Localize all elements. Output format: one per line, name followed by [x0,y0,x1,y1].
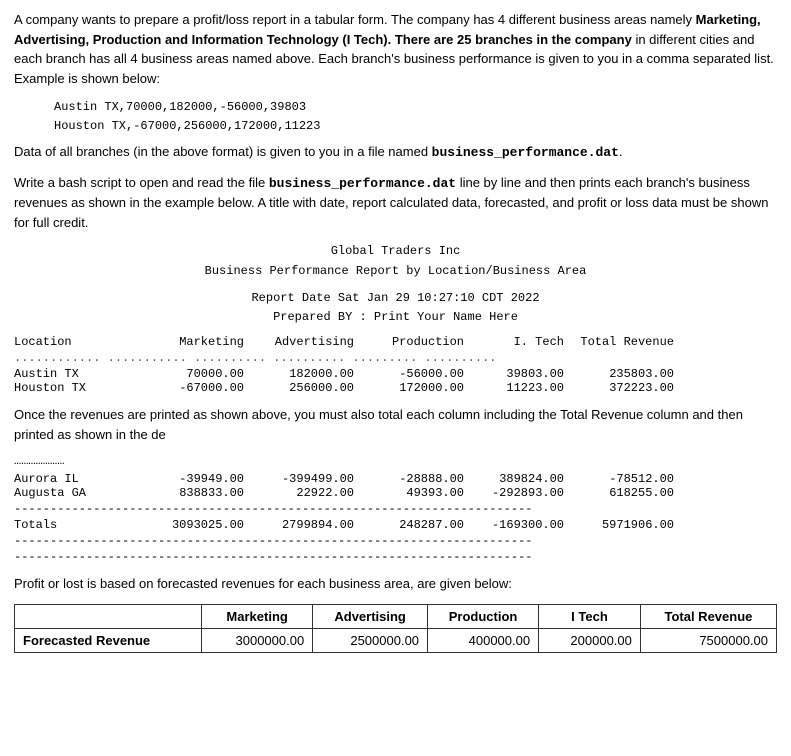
forecasted-data-row: Forecasted Revenue 3000000.00 2500000.00… [15,628,777,652]
totals-label: Totals [14,518,134,532]
aurora-advertising: -399499.00 [244,472,354,486]
forecasted-intro-text: Profit or lost is based on forecasted re… [14,576,512,591]
header-total: Total Revenue [564,335,674,349]
intro-text-3a: Write a bash script to open and read the… [14,175,269,190]
houston-total: 372223.00 [564,381,674,395]
forecasted-col-production: Production [428,604,539,628]
augusta-location: Augusta GA [14,486,134,500]
totals-total: 5971906.00 [564,518,674,532]
austin-location: Austin TX [14,367,134,381]
forecasted-table: Marketing Advertising Production I Tech … [14,604,777,653]
report-date-section: Report Date Sat Jan 29 10:27:10 CDT 2022… [14,289,777,327]
intro-bold-2: business_performance.dat [432,145,619,160]
intro-text-2b: . [619,144,623,159]
bottom-row-aurora: Aurora IL -39949.00 -399499.00 -28888.00… [14,472,777,486]
houston-location: Houston TX [14,381,134,395]
aurora-location: Aurora IL [14,472,134,486]
report-title-2: Business Performance Report by Location/… [14,262,777,281]
bottom-report-section: Aurora IL -39949.00 -399499.00 -28888.00… [14,472,777,564]
aurora-marketing: -39949.00 [134,472,244,486]
forecasted-row-advertising: 2500000.00 [313,628,428,652]
forecasted-header-row: Marketing Advertising Production I Tech … [15,604,777,628]
dashed-line-1: ----------------------------------------… [14,502,777,516]
dashed-line-2: ----------------------------------------… [14,534,777,548]
totals-row: Totals 3093025.00 2799894.00 248287.00 -… [14,518,777,532]
forecasted-row-label: Forecasted Revenue [15,628,202,652]
report-date-line: Report Date Sat Jan 29 10:27:10 CDT 2022 [14,289,777,308]
augusta-total: 618255.00 [564,486,674,500]
austin-production: -56000.00 [354,367,464,381]
houston-production: 172000.00 [354,381,464,395]
code-line-2: Houston TX,-67000,256000,172000,11223 [54,117,777,136]
code-line-1: Austin TX,70000,182000,-56000,39803 [54,98,777,117]
forecasted-col-marketing: Marketing [202,604,313,628]
forecasted-row-total: 7500000.00 [640,628,776,652]
forecasted-col-total: Total Revenue [640,604,776,628]
forecasted-col-advertising: Advertising [313,604,428,628]
austin-marketing: 70000.00 [134,367,244,381]
report-prepared-line: Prepared BY : Print Your Name Here [14,308,777,327]
intro-text-2a: Data of all branches (in the above forma… [14,144,432,159]
dashed-line-3: ----------------------------------------… [14,550,777,564]
intro-paragraph-1: A company wants to prepare a profit/loss… [14,10,777,88]
code-example: Austin TX,70000,182000,-56000,39803 Hous… [54,98,777,136]
dots-line: ………………… [14,454,777,468]
totals-itech: -169300.00 [464,518,564,532]
aurora-itech: 389824.00 [464,472,564,486]
augusta-production: 49393.00 [354,486,464,500]
houston-itech: 11223.00 [464,381,564,395]
forecasted-col-empty [15,604,202,628]
intro-text-1: A company wants to prepare a profit/loss… [14,12,696,27]
forecasted-col-itech: I Tech [539,604,641,628]
augusta-marketing: 838833.00 [134,486,244,500]
report-header-row: Location Marketing Advertising Productio… [14,335,777,349]
middle-paragraph: Once the revenues are printed as shown a… [14,405,777,444]
intro-paragraph-2: Data of all branches (in the above forma… [14,142,777,163]
bottom-row-augusta: Augusta GA 838833.00 22922.00 49393.00 -… [14,486,777,500]
forecasted-row-marketing: 3000000.00 [202,628,313,652]
header-production: Production [354,335,464,349]
report-row-austin: Austin TX 70000.00 182000.00 -56000.00 3… [14,367,777,381]
report-row-houston: Houston TX -67000.00 256000.00 172000.00… [14,381,777,395]
houston-marketing: -67000.00 [134,381,244,395]
report-title: Global Traders Inc Business Performance … [14,242,777,280]
totals-marketing: 3093025.00 [134,518,244,532]
austin-advertising: 182000.00 [244,367,354,381]
totals-production: 248287.00 [354,518,464,532]
forecasted-row-production: 400000.00 [428,628,539,652]
austin-itech: 39803.00 [464,367,564,381]
intro-bold-3: business_performance.dat [269,176,456,191]
dotted-line-1: ............ ........... .......... ....… [14,351,777,365]
middle-text: Once the revenues are printed as shown a… [14,407,743,442]
augusta-itech: -292893.00 [464,486,564,500]
aurora-production: -28888.00 [354,472,464,486]
intro-paragraph-3: Write a bash script to open and read the… [14,173,777,233]
austin-total: 235803.00 [564,367,674,381]
augusta-advertising: 22922.00 [244,486,354,500]
header-marketing: Marketing [134,335,244,349]
houston-advertising: 256000.00 [244,381,354,395]
report-title-1: Global Traders Inc [14,242,777,261]
forecasted-row-itech: 200000.00 [539,628,641,652]
header-itech: I. Tech [464,335,564,349]
aurora-total: -78512.00 [564,472,674,486]
header-advertising: Advertising [244,335,354,349]
totals-advertising: 2799894.00 [244,518,354,532]
forecasted-intro: Profit or lost is based on forecasted re… [14,574,777,594]
header-location: Location [14,335,134,349]
